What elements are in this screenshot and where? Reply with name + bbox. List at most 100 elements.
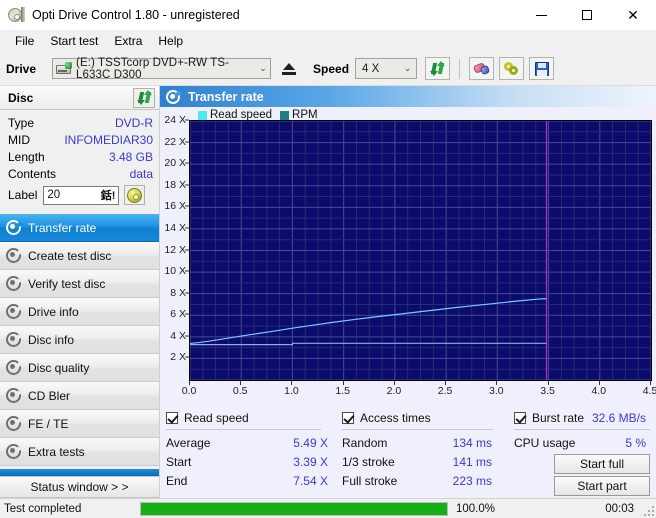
- app-window: Opti Drive Control 1.80 - unregistered ✕…: [0, 0, 656, 518]
- y-axis-tick-label: 24 X: [164, 114, 186, 126]
- sidebar-item-transfer-rate[interactable]: Transfer rate: [0, 214, 159, 242]
- disc-test-icon: [6, 416, 23, 431]
- disc-row-mid: MID INFOMEDIAR30: [8, 131, 153, 148]
- sidebar-item-extra-tests[interactable]: Extra tests: [0, 438, 159, 466]
- stat-key: End: [166, 473, 188, 488]
- y-axis-tick-label: 22 X: [164, 135, 186, 148]
- disc-label-input[interactable]: 20 銛!: [43, 185, 120, 205]
- status-window-toggle[interactable]: Status window > >: [0, 476, 159, 498]
- minimize-button[interactable]: [518, 0, 564, 30]
- stats-burst-rate: Burst rate 32.6 MB/s CPU usage 5 % Start…: [514, 409, 650, 496]
- stat-value: 223 ms: [452, 473, 492, 488]
- menu-item-file[interactable]: File: [7, 32, 42, 50]
- transfer-rate-chart: Read speed RPM 2 X4 X6 X8 X 10 X 12 X 14 X1…: [160, 107, 656, 405]
- start-part-button[interactable]: Start part: [554, 476, 650, 496]
- save-button[interactable]: [529, 57, 555, 80]
- disc-row-key: Contents: [8, 166, 57, 181]
- y-axis-tick-label: 2 X: [170, 351, 186, 364]
- speed-select[interactable]: 4 X ⌄: [355, 58, 418, 79]
- y-axis-tick-label: 18 X: [164, 178, 186, 191]
- drive-toolbar: Drive (E:) TSSTcorp DVD+-RW TS-L633C D30…: [0, 52, 656, 86]
- x-axis-tick-mark: [445, 381, 447, 385]
- disc-label-row: Label 20 銛!: [8, 184, 153, 206]
- legend-swatch: [280, 110, 290, 120]
- access-times-title: Access times: [360, 411, 431, 425]
- right-panel: Transfer rate Read speed RPM 2 X4 X6 X8 …: [160, 86, 656, 498]
- menu-item-help[interactable]: Help: [150, 32, 191, 50]
- app-icon: [8, 7, 25, 23]
- read-speed-checkbox[interactable]: [166, 412, 178, 424]
- x-axis-tick-label: 0.5: [232, 385, 248, 397]
- maximize-button[interactable]: [564, 0, 610, 30]
- drive-select[interactable]: (E:) TSSTcorp DVD+-RW TS-L633C D300 ⌄: [52, 57, 272, 81]
- y-axis-tick-mark: [185, 162, 189, 164]
- tools-button[interactable]: [499, 57, 525, 80]
- refresh-drive-button[interactable]: [425, 57, 451, 80]
- stat-row-start: Start 3.39 X: [166, 452, 342, 471]
- burst-rate-title: Burst rate: [532, 411, 585, 425]
- refresh-icon: [136, 90, 152, 105]
- y-axis-tick-label: 20 X: [164, 157, 186, 170]
- stats-access-times: Access times Random 134 ms 1/3 stroke 14…: [342, 409, 514, 496]
- sidebar-item-label: Verify test disc: [28, 276, 106, 291]
- sidebar-item-disc-info[interactable]: Disc info: [0, 326, 159, 354]
- burst-rate-header: Burst rate 32.6 MB/s: [514, 409, 650, 427]
- erase-button[interactable]: [469, 57, 495, 80]
- disc-test-icon: [6, 388, 23, 403]
- y-axis-tick-label: 16 X: [164, 200, 186, 213]
- sidebar-item-verify-test-disc[interactable]: Verify test disc: [0, 270, 159, 298]
- disc-row-length: Length 3.48 GB: [8, 148, 153, 165]
- x-axis-tick-label: 0.0: [181, 385, 197, 397]
- disc-row-key: Length: [8, 149, 45, 164]
- y-axis-tick-mark: [185, 313, 189, 315]
- disc-label-value-extra: 銛!: [100, 190, 116, 202]
- sidebar-item-disc-quality[interactable]: Disc quality: [0, 354, 159, 382]
- menu-item-start-test[interactable]: Start test: [42, 32, 106, 50]
- sidebar-item-drive-info[interactable]: Drive info: [0, 298, 159, 326]
- access-times-checkbox[interactable]: [342, 412, 354, 424]
- sidebar-item-label: Disc info: [28, 332, 75, 347]
- toolbar-divider: [459, 58, 461, 79]
- stat-key: Full stroke: [342, 473, 398, 488]
- stat-row-cpu-usage: CPU usage 5 %: [514, 433, 650, 452]
- disc-refresh-button[interactable]: [133, 87, 155, 108]
- eraser-icon: [472, 61, 491, 76]
- x-axis-tick-mark: [547, 381, 549, 385]
- sidebar-item-label: Transfer rate: [28, 220, 97, 235]
- optical-drive-icon: [56, 61, 73, 76]
- disc-row-type: Type DVD-R: [8, 114, 153, 131]
- disc-action-button[interactable]: [124, 185, 146, 205]
- x-axis-tick-mark: [650, 381, 651, 385]
- disc-info: Type DVD-R MID INFOMEDIAR30 Length 3.48 …: [0, 110, 159, 208]
- disc-row-key: Type: [8, 115, 35, 130]
- drive-label: Drive: [6, 61, 37, 76]
- burst-rate-checkbox[interactable]: [514, 412, 526, 424]
- refresh-icon: [430, 61, 446, 76]
- y-axis-tick-mark: [185, 205, 189, 207]
- close-button[interactable]: ✕: [610, 0, 656, 30]
- plot-area: 2 X 4 X 6 X 8 X 10 X 12 X 14 X 16 X 18 X 20 X 22 X…: [164, 114, 656, 397]
- y-axis-tick-mark: [185, 270, 189, 272]
- sidebar-item-create-test-disc[interactable]: Create test disc: [0, 242, 159, 270]
- x-axis-tick-mark: [291, 381, 293, 385]
- menu-item-extra[interactable]: Extra: [106, 32, 150, 50]
- resize-grip[interactable]: [642, 504, 654, 516]
- start-full-button[interactable]: Start full: [554, 454, 650, 474]
- x-axis-tick-label: 4.5: [642, 385, 656, 397]
- sidebar-item-fe-te[interactable]: FE / TE: [0, 410, 159, 438]
- disc-test-icon: [6, 248, 23, 263]
- panel-title: Transfer rate: [188, 89, 264, 104]
- stat-value: 134 ms: [452, 435, 492, 450]
- plot-canvas: [189, 120, 652, 381]
- eject-button[interactable]: [276, 57, 301, 80]
- x-axis-tick-label: 4.0: [591, 385, 607, 397]
- y-axis-tick-label: 10 X: [164, 265, 186, 278]
- y-axis-tick-label: 12 X: [164, 243, 186, 256]
- disc-panel-title: Disc: [8, 90, 34, 105]
- left-panel: Disc Type DVD-R MID INFOMEDIAR30 Length …: [0, 86, 160, 498]
- speed-label: Speed: [313, 61, 350, 76]
- x-axis-tick-label: 1.5: [335, 385, 350, 397]
- burst-rate-value: 32.6 MB/s: [591, 411, 646, 425]
- stat-value: 3.39 X: [293, 454, 328, 469]
- sidebar-item-cd-bler[interactable]: CD Bler: [0, 382, 159, 410]
